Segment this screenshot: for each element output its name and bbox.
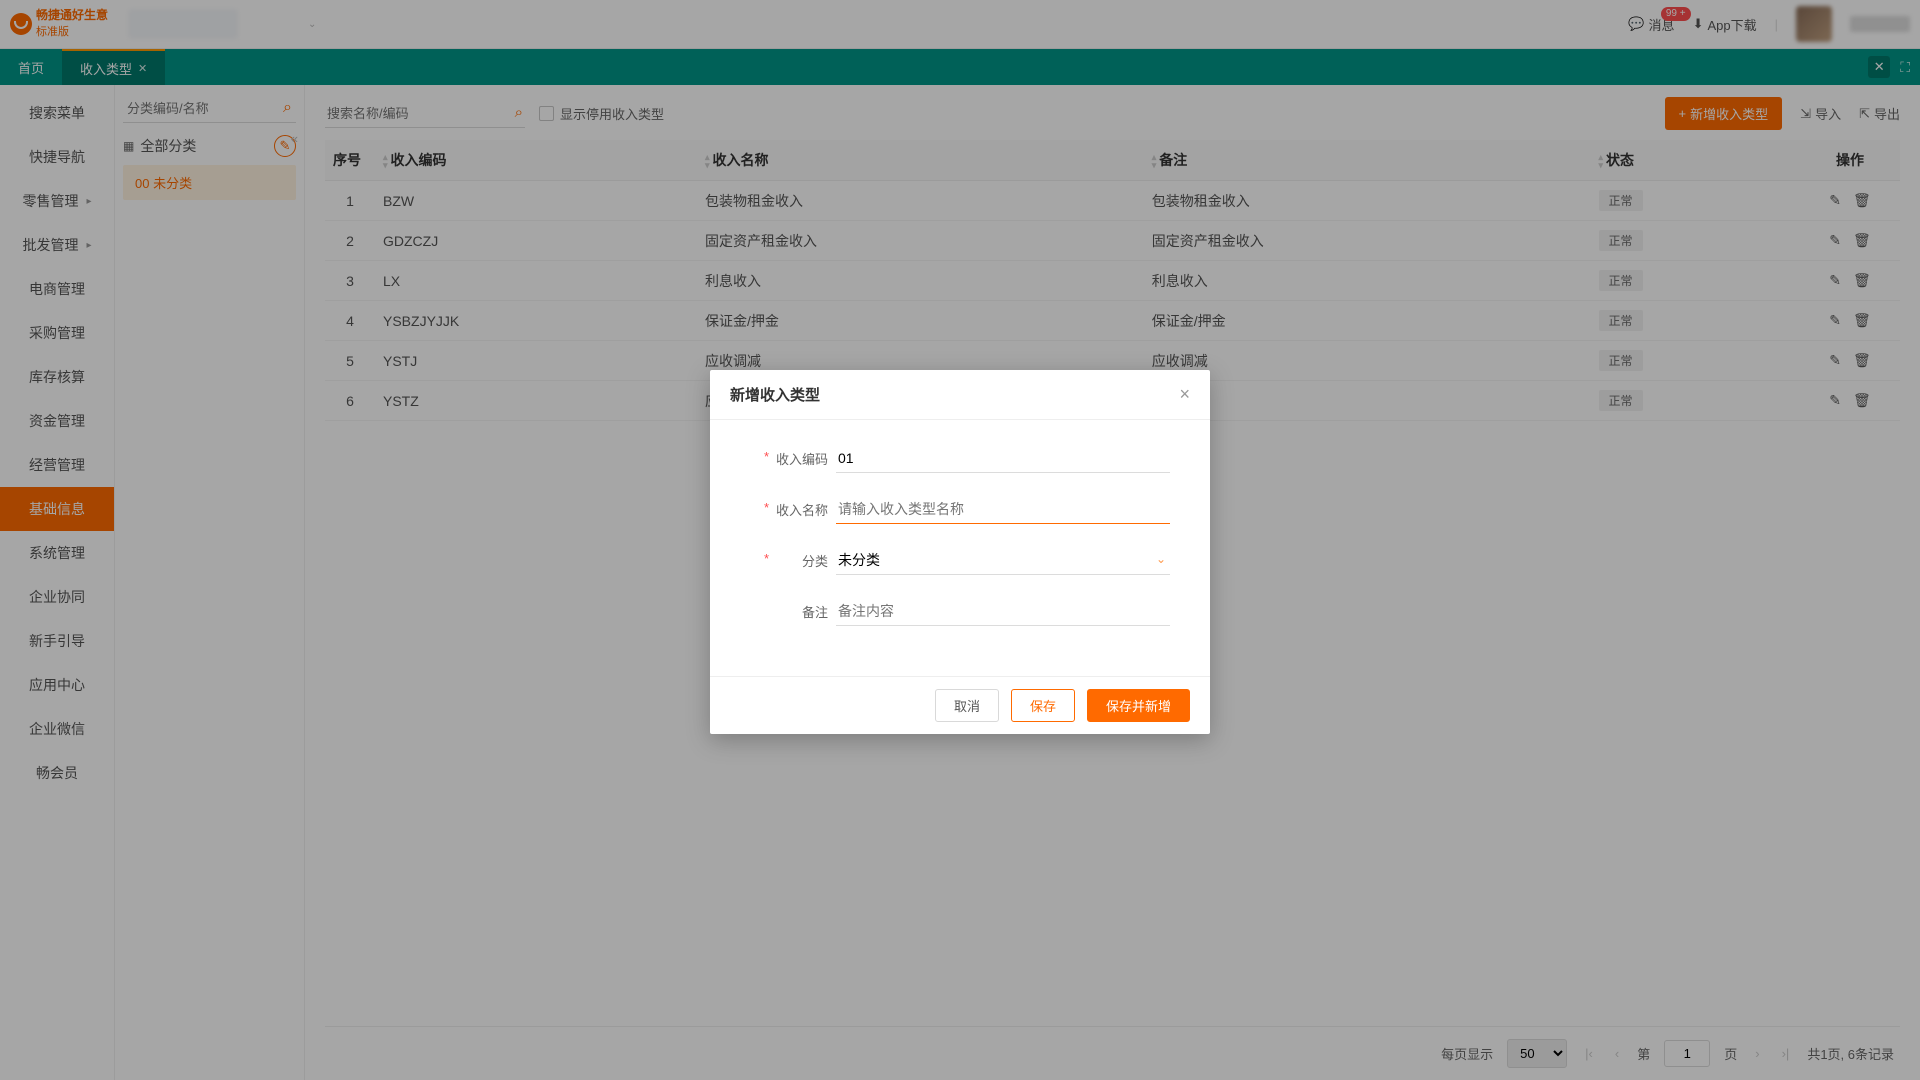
remark-input[interactable] xyxy=(836,597,1170,626)
category-select[interactable] xyxy=(836,546,1170,575)
add-income-type-modal: 新增收入类型 × 收入编码 收入名称 分类 ⌄ 备注 xyxy=(710,370,1210,734)
save-button[interactable]: 保存 xyxy=(1011,689,1075,722)
modal-title: 新增收入类型 xyxy=(730,384,820,405)
code-input[interactable] xyxy=(836,444,1170,473)
save-and-add-button[interactable]: 保存并新增 xyxy=(1087,689,1190,722)
name-label: 收入名称 xyxy=(750,500,836,519)
chevron-down-icon[interactable]: ⌄ xyxy=(1156,552,1166,566)
cancel-button[interactable]: 取消 xyxy=(935,689,999,722)
code-label: 收入编码 xyxy=(750,449,836,468)
close-icon[interactable]: × xyxy=(1179,384,1190,405)
category-label: 分类 xyxy=(750,551,836,570)
remark-label: 备注 xyxy=(750,602,836,621)
modal-overlay: 新增收入类型 × 收入编码 收入名称 分类 ⌄ 备注 xyxy=(0,0,1920,1080)
name-input[interactable] xyxy=(836,495,1170,524)
